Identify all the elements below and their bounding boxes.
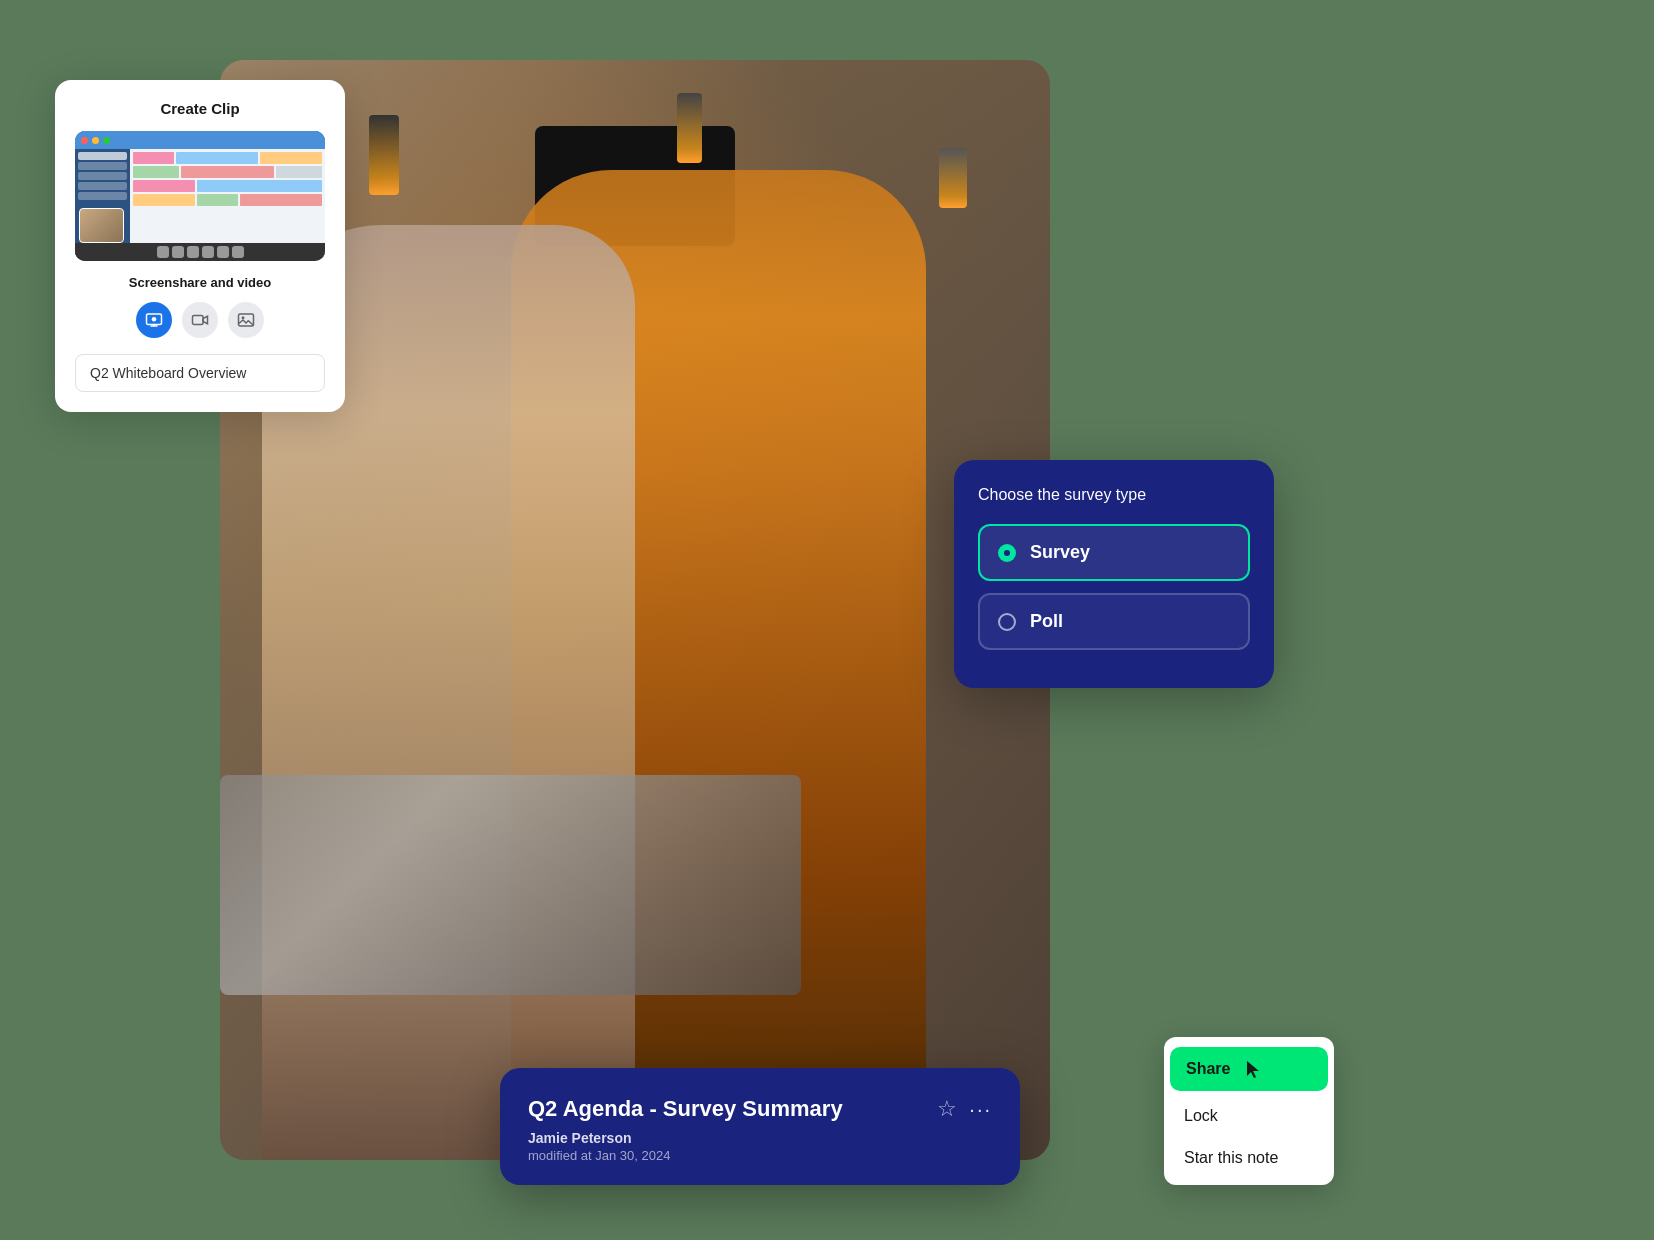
create-clip-card: Create Clip bbox=[55, 80, 345, 412]
survey-option-survey-label: Survey bbox=[1030, 542, 1090, 563]
svg-rect-2 bbox=[193, 316, 204, 325]
more-options-icon[interactable]: ··· bbox=[969, 1098, 992, 1121]
context-menu-item-share[interactable]: Share bbox=[1170, 1047, 1328, 1091]
cursor-icon bbox=[1244, 1059, 1262, 1079]
lamp-1 bbox=[369, 115, 399, 195]
note-title: Q2 Agenda - Survey Summary bbox=[528, 1096, 843, 1122]
svg-point-4 bbox=[242, 316, 245, 319]
note-author: Jamie Peterson bbox=[528, 1130, 992, 1146]
survey-option-poll[interactable]: Poll bbox=[978, 593, 1250, 650]
survey-option-poll-label: Poll bbox=[1030, 611, 1063, 632]
svg-point-1 bbox=[152, 317, 157, 322]
star-note-label: Star this note bbox=[1184, 1149, 1278, 1167]
context-menu-item-lock[interactable]: Lock bbox=[1164, 1095, 1334, 1137]
svg-marker-5 bbox=[1247, 1061, 1259, 1078]
lamp-2 bbox=[677, 93, 702, 163]
screenshare-label: Screenshare and video bbox=[75, 275, 325, 290]
radio-survey bbox=[998, 544, 1016, 562]
video-button[interactable] bbox=[182, 302, 218, 338]
lock-label: Lock bbox=[1184, 1107, 1218, 1125]
context-menu-item-star-note[interactable]: Star this note bbox=[1164, 1137, 1334, 1179]
mac-dot-red bbox=[81, 137, 88, 144]
note-card: Q2 Agenda - Survey Summary ☆ ··· Jamie P… bbox=[500, 1068, 1020, 1185]
mac-dot-green bbox=[103, 137, 110, 144]
survey-option-survey[interactable]: Survey bbox=[978, 524, 1250, 581]
create-clip-title: Create Clip bbox=[75, 100, 325, 117]
survey-card-title: Choose the survey type bbox=[978, 486, 1250, 504]
context-menu: Share Lock Star this note bbox=[1164, 1037, 1334, 1185]
mac-dot-yellow bbox=[92, 137, 99, 144]
dock-bar bbox=[75, 243, 325, 261]
lamp-3 bbox=[939, 148, 967, 208]
clip-preview-thumbnail bbox=[75, 131, 325, 261]
note-date: modified at Jan 30, 2024 bbox=[528, 1148, 992, 1163]
screen-share-button[interactable] bbox=[136, 302, 172, 338]
survey-card: Choose the survey type Survey Poll bbox=[954, 460, 1274, 688]
star-icon[interactable]: ☆ bbox=[937, 1096, 957, 1122]
clip-name-input[interactable] bbox=[75, 354, 325, 392]
laptop bbox=[220, 775, 801, 995]
radio-poll bbox=[998, 613, 1016, 631]
share-label: Share bbox=[1186, 1060, 1230, 1078]
icon-buttons-row bbox=[75, 302, 325, 338]
clip-photo-thumbnail bbox=[79, 208, 124, 243]
image-button[interactable] bbox=[228, 302, 264, 338]
